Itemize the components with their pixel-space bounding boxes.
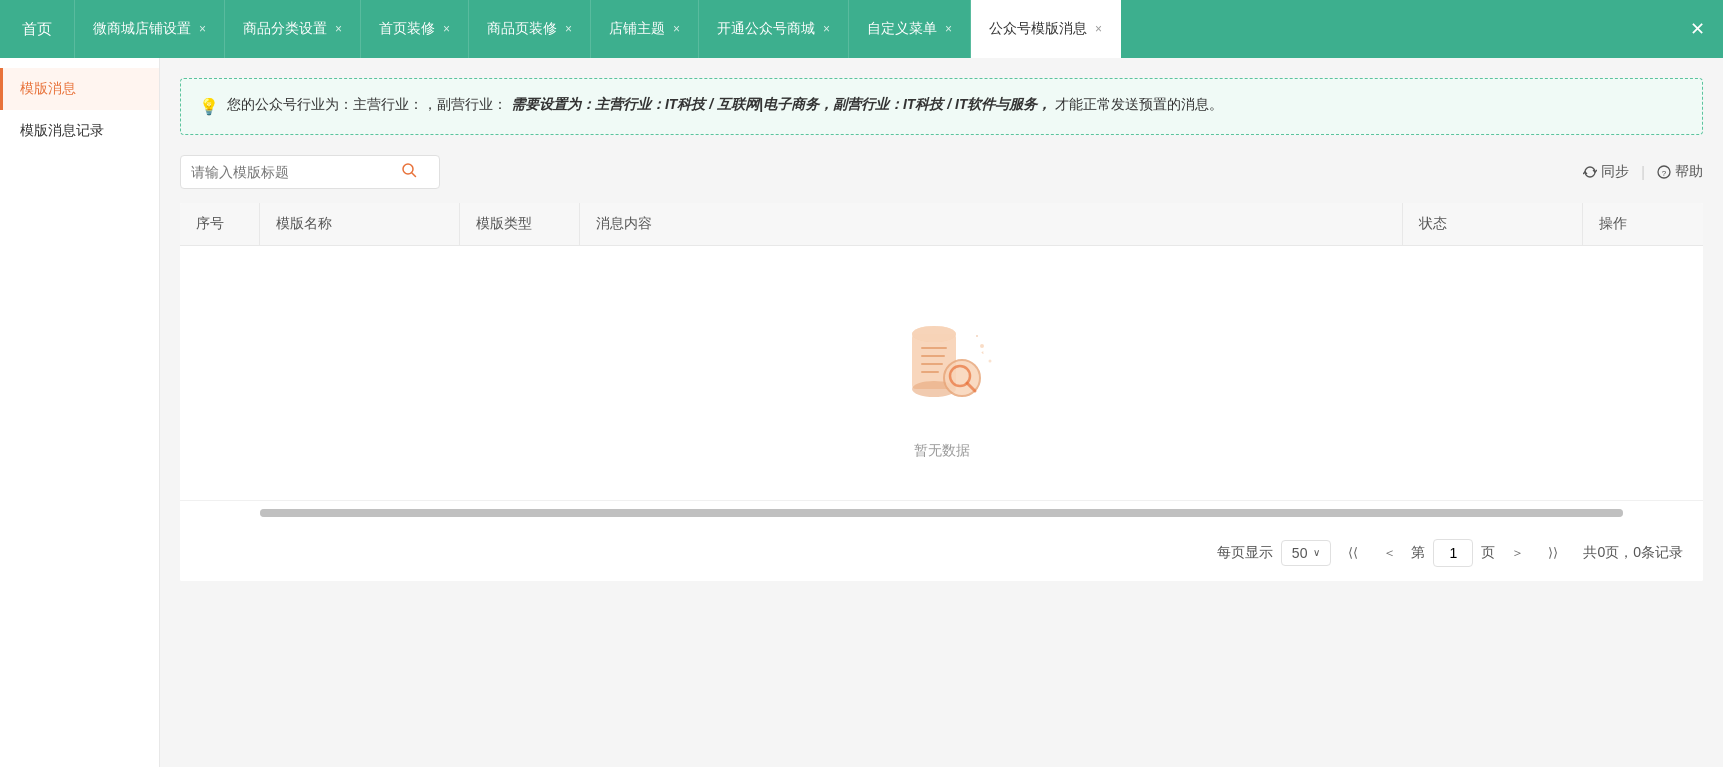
search-input[interactable] — [191, 164, 401, 180]
empty-illustration — [882, 306, 1002, 426]
svg-point-15 — [980, 344, 984, 348]
next-page-button[interactable]: ＞ — [1503, 539, 1531, 567]
tab-home-decor-label: 首页装修 — [379, 20, 435, 38]
svg-point-7 — [912, 326, 956, 342]
per-page-value: 50 — [1292, 545, 1308, 561]
tab-home-decor[interactable]: 首页装修 × — [361, 0, 469, 58]
tab-home-decor-close[interactable]: × — [443, 22, 450, 36]
empty-state: 暂无数据 — [180, 246, 1703, 500]
notice-banner: 💡 您的公众号行业为：主营行业：，副营行业： 需要设置为：主营行业：IT科技 /… — [180, 78, 1703, 135]
sidebar-item-template-record[interactable]: 模版消息记录 — [0, 110, 159, 152]
col-status: 状态 — [1403, 203, 1583, 245]
tab-template-msg-close[interactable]: × — [1095, 22, 1102, 36]
content-area: 💡 您的公众号行业为：主营行业：，副营行业： 需要设置为：主营行业：IT科技 /… — [160, 58, 1723, 767]
sidebar-item-template-record-label: 模版消息记录 — [20, 122, 104, 138]
sidebar-item-template-msg-label: 模版消息 — [20, 80, 76, 96]
page-number-input[interactable] — [1433, 539, 1473, 567]
first-page-button[interactable]: ⟨⟨ — [1339, 539, 1367, 567]
sync-button[interactable]: 同步 — [1583, 163, 1629, 181]
svg-line-1 — [412, 173, 416, 177]
tab-wsc-settings-label: 微商城店铺设置 — [93, 20, 191, 38]
total-info: 共0页，0条记录 — [1583, 544, 1683, 562]
prev-page-button[interactable]: ＜ — [1375, 539, 1403, 567]
svg-point-16 — [988, 359, 991, 362]
action-separator: | — [1641, 164, 1645, 180]
per-page-label: 每页显示 — [1217, 544, 1273, 562]
chevron-down-icon: ∨ — [1313, 547, 1320, 558]
notice-icon: 💡 — [199, 94, 219, 120]
close-all-tabs-button[interactable]: ✕ — [1672, 0, 1723, 58]
col-action: 操作 — [1583, 203, 1703, 245]
notice-text-suffix: 才能正常发送预置的消息。 — [1055, 96, 1223, 112]
help-label: 帮助 — [1675, 163, 1703, 181]
table-header: 序号 模版名称 模版类型 消息内容 状态 操作 — [180, 203, 1703, 246]
tab-product-decor-close[interactable]: × — [565, 22, 572, 36]
col-name: 模版名称 — [260, 203, 460, 245]
tab-store-theme-close[interactable]: × — [673, 22, 680, 36]
notice-text-prefix: 您的公众号行业为：主营行业：，副营行业： — [227, 96, 507, 112]
tab-store-theme[interactable]: 店铺主题 × — [591, 0, 699, 58]
sync-icon — [1583, 165, 1597, 179]
page-word-pre: 第 — [1411, 544, 1425, 562]
tab-category-settings[interactable]: 商品分类设置 × — [225, 0, 361, 58]
tab-open-mall-label: 开通公众号商城 — [717, 20, 815, 38]
tab-product-decor[interactable]: 商品页装修 × — [469, 0, 591, 58]
search-bar: 同步 | ? 帮助 — [180, 155, 1703, 189]
tab-custom-menu-label: 自定义菜单 — [867, 20, 937, 38]
tab-open-mall-close[interactable]: × — [823, 22, 830, 36]
search-icon[interactable] — [401, 162, 417, 182]
pagination: 每页显示 50 ∨ ⟨⟨ ＜ 第 页 ＞ ⟩⟩ 共0页，0条记录 — [180, 525, 1703, 581]
notice-text-emphasis: 需要设置为：主营行业：IT科技 / 互联网|电子商务，副营行业：IT科技 / I… — [511, 96, 1052, 112]
col-type: 模版类型 — [460, 203, 580, 245]
main-layout: 模版消息 模版消息记录 💡 您的公众号行业为：主营行业：，副营行业： 需要设置为… — [0, 58, 1723, 767]
scrollbar-row — [180, 500, 1703, 525]
col-content: 消息内容 — [580, 203, 1403, 245]
scrollbar-track[interactable] — [260, 509, 1623, 517]
data-table: 序号 模版名称 模版类型 消息内容 状态 操作 — [180, 203, 1703, 581]
tab-wsc-settings[interactable]: 微商城店铺设置 × — [75, 0, 225, 58]
tab-template-msg-label: 公众号模版消息 — [989, 20, 1087, 38]
tab-home-label: 首页 — [22, 20, 52, 39]
tab-custom-menu[interactable]: 自定义菜单 × — [849, 0, 971, 58]
tab-wsc-settings-close[interactable]: × — [199, 22, 206, 36]
col-index: 序号 — [180, 203, 260, 245]
per-page-select[interactable]: 50 ∨ — [1281, 540, 1332, 566]
tab-custom-menu-close[interactable]: × — [945, 22, 952, 36]
sync-label: 同步 — [1601, 163, 1629, 181]
tab-product-decor-label: 商品页装修 — [487, 20, 557, 38]
sidebar: 模版消息 模版消息记录 — [0, 58, 160, 767]
help-button[interactable]: ? 帮助 — [1657, 163, 1703, 181]
empty-text: 暂无数据 — [914, 442, 970, 460]
page-word-post: 页 — [1481, 544, 1495, 562]
tab-home[interactable]: 首页 — [0, 0, 75, 58]
tab-bar: 首页 微商城店铺设置 × 商品分类设置 × 首页装修 × 商品页装修 × 店铺主… — [0, 0, 1723, 58]
search-actions: 同步 | ? 帮助 — [1583, 163, 1703, 181]
notice-text: 您的公众号行业为：主营行业：，副营行业： 需要设置为：主营行业：IT科技 / 互… — [227, 93, 1223, 115]
tab-open-mall[interactable]: 开通公众号商城 × — [699, 0, 849, 58]
tab-store-theme-label: 店铺主题 — [609, 20, 665, 38]
tab-category-settings-close[interactable]: × — [335, 22, 342, 36]
search-input-wrap[interactable] — [180, 155, 440, 189]
help-icon: ? — [1657, 165, 1671, 179]
tab-template-msg[interactable]: 公众号模版消息 × — [971, 0, 1121, 58]
scrollbar-thumb[interactable] — [260, 509, 1623, 517]
last-page-button[interactable]: ⟩⟩ — [1539, 539, 1567, 567]
svg-text:?: ? — [1662, 169, 1667, 178]
svg-point-17 — [976, 335, 978, 337]
sidebar-item-template-msg[interactable]: 模版消息 — [0, 68, 159, 110]
tab-category-settings-label: 商品分类设置 — [243, 20, 327, 38]
